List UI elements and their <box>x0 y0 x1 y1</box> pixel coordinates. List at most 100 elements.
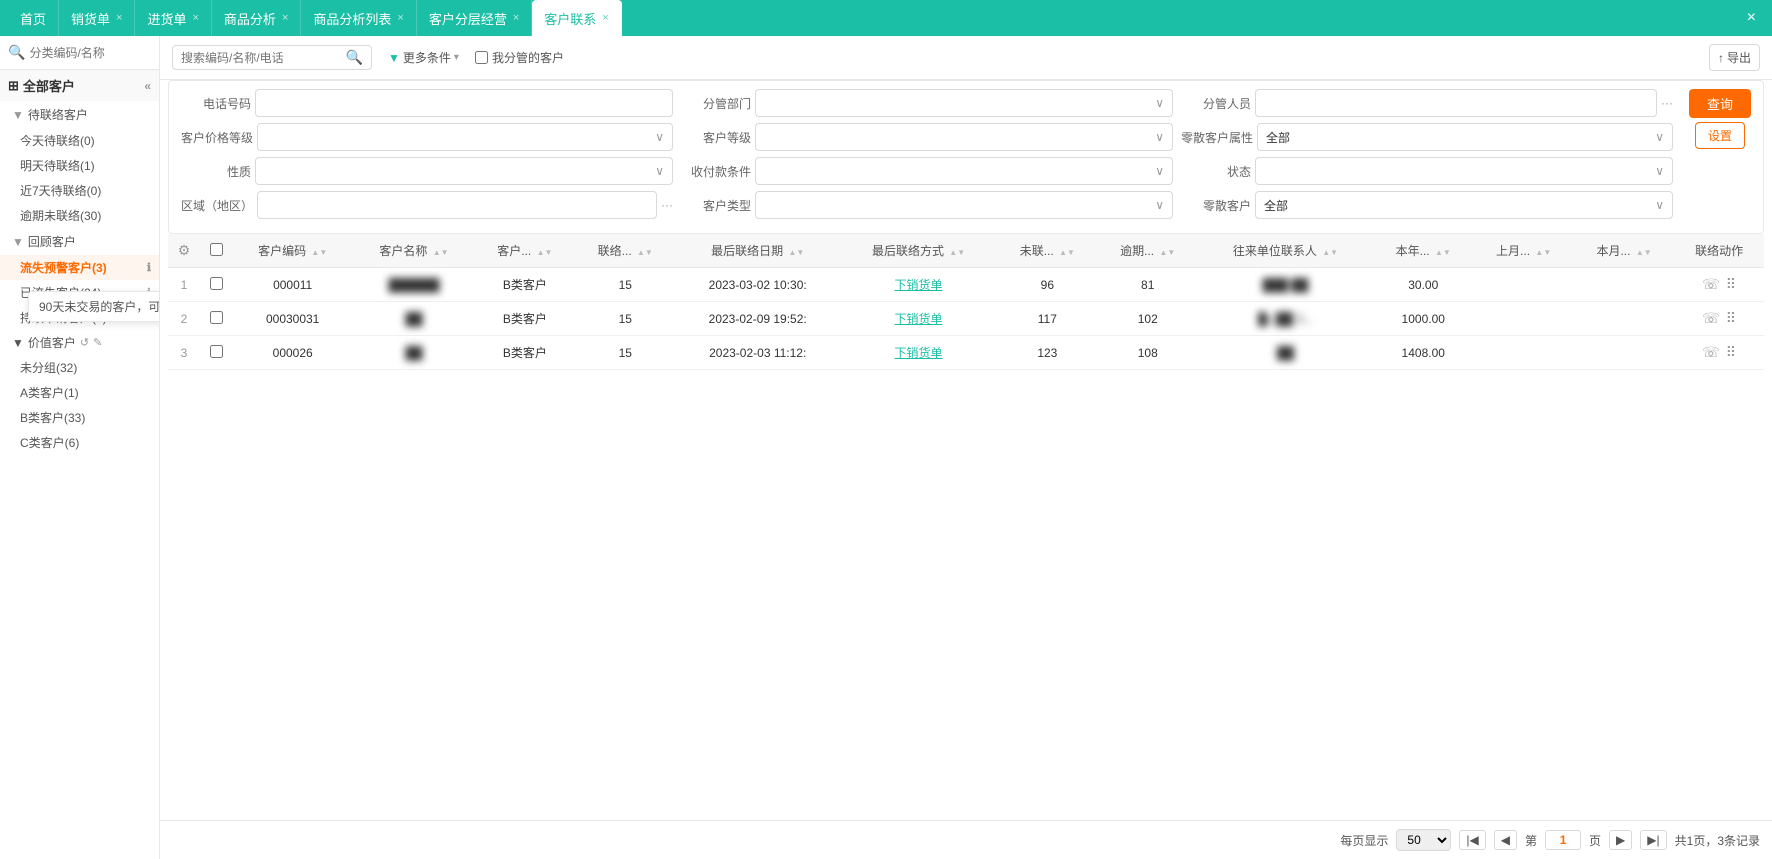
sort-icon[interactable]: ▲▼ <box>1636 248 1652 257</box>
nav-tab-customer-segment[interactable]: 客户分层经营 × <box>417 0 532 36</box>
per-page-select[interactable]: 50 100 200 <box>1396 829 1451 851</box>
value-customers-group[interactable]: ▼ 价值客户 ↺ ✎ <box>0 330 159 355</box>
my-customers-checkbox[interactable]: 我分管的客户 <box>475 49 564 66</box>
sort-icon[interactable]: ▲▼ <box>1322 248 1338 257</box>
more-action-icon[interactable]: ⠿ <box>1726 310 1736 327</box>
first-page-button[interactable]: |◀ <box>1459 830 1485 850</box>
sort-icon[interactable]: ▲▼ <box>1159 248 1175 257</box>
sort-icon[interactable]: ▲▼ <box>637 248 653 257</box>
more-action-icon[interactable]: ⠿ <box>1726 276 1736 293</box>
sidebar-item-class-c[interactable]: C类客户(6) <box>0 430 159 455</box>
row-checkbox[interactable] <box>210 277 223 290</box>
close-icon[interactable]: × <box>116 12 122 24</box>
sort-icon[interactable]: ▲▼ <box>1059 248 1075 257</box>
close-icon[interactable]: × <box>192 12 198 24</box>
search-icon[interactable]: 🔍 <box>346 49 363 66</box>
select-all-checkbox[interactable] <box>210 243 223 256</box>
col-last-month[interactable]: 上月... ▲▼ <box>1473 234 1573 268</box>
payment-select[interactable]: ∨ <box>755 157 1173 185</box>
zero-attr-select[interactable]: 全部 ∨ <box>1257 123 1673 151</box>
col-customer-type[interactable]: 客户... ▲▼ <box>475 234 575 268</box>
more-conditions-button[interactable]: ▼ 更多条件 ▾ <box>380 45 467 70</box>
last-contact-method[interactable]: 下销货单 <box>840 268 997 302</box>
collapse-button[interactable]: « <box>144 79 151 93</box>
my-customers-check[interactable] <box>475 51 488 64</box>
col-settings[interactable]: ⚙ <box>168 234 200 268</box>
row-checkbox[interactable] <box>210 311 223 324</box>
last-page-button[interactable]: ▶| <box>1640 830 1666 850</box>
info-icon[interactable]: ℹ <box>147 261 151 274</box>
customer-level-select[interactable]: ∨ <box>755 123 1173 151</box>
nav-tab-product-analysis[interactable]: 商品分析 × <box>212 0 301 36</box>
last-contact-method[interactable]: 下销货单 <box>840 302 997 336</box>
col-this-month[interactable]: 本月... ▲▼ <box>1574 234 1674 268</box>
col-contact-person[interactable]: 往来单位联系人 ▲▼ <box>1198 234 1373 268</box>
sidebar-item-ungrouped[interactable]: 未分组(32) <box>0 355 159 380</box>
edit-icon[interactable]: ✎ <box>93 336 102 349</box>
dept-select[interactable]: ∨ <box>755 89 1173 117</box>
nav-tab-home[interactable]: 首页 <box>8 0 59 36</box>
all-customers-header[interactable]: ⊞ 全部客户 « <box>0 70 159 101</box>
nav-tab-product-list[interactable]: 商品分析列表 × <box>301 0 416 36</box>
row-number: 1 <box>168 268 200 302</box>
col-last-method[interactable]: 最后联络方式 ▲▼ <box>840 234 997 268</box>
more-action-icon[interactable]: ⠿ <box>1726 344 1736 361</box>
next-page-button[interactable]: ▶ <box>1609 830 1632 850</box>
sort-icon[interactable]: ▲▼ <box>1435 248 1451 257</box>
churn-group[interactable]: ▼ 回顾客户 <box>0 228 159 255</box>
col-not-contacted[interactable]: 未联... ▲▼ <box>997 234 1097 268</box>
close-icon[interactable]: × <box>282 12 288 24</box>
close-icon[interactable]: × <box>513 12 519 24</box>
page-number-input[interactable] <box>1545 830 1581 850</box>
row-checkbox[interactable] <box>210 345 223 358</box>
sidebar-item-tomorrow-contact[interactable]: 明天待联络(1) <box>0 153 159 178</box>
sort-icon[interactable]: ▲▼ <box>537 248 553 257</box>
search-input[interactable] <box>181 51 346 65</box>
prev-page-button[interactable]: ◀ <box>1494 830 1517 850</box>
col-name[interactable]: 客户名称 ▲▼ <box>353 234 474 268</box>
region-select[interactable] <box>257 191 657 219</box>
nav-tab-customer-contact[interactable]: 客户联系 × <box>532 0 621 36</box>
sidebar-item-class-b[interactable]: B类客户(33) <box>0 405 159 430</box>
settings-icon[interactable]: ⚙ <box>178 242 191 258</box>
nav-tab-sales[interactable]: 销货单 × <box>59 0 135 36</box>
last-contact-method[interactable]: 下销货单 <box>840 336 997 370</box>
sidebar-item-overdue-contact[interactable]: 逾期未联络(30) <box>0 203 159 228</box>
query-button[interactable]: 查询 <box>1689 89 1751 118</box>
more-options-icon[interactable]: ··· <box>661 198 673 212</box>
col-this-year[interactable]: 本年... ▲▼ <box>1373 234 1473 268</box>
sort-icon[interactable]: ▲▼ <box>311 248 327 257</box>
close-icon[interactable]: × <box>602 12 608 24</box>
contact-action-icon[interactable]: ☏ <box>1702 310 1720 327</box>
price-level-select[interactable]: ∨ <box>257 123 673 151</box>
gender-select[interactable]: ∨ <box>255 157 673 185</box>
pending-contact-group[interactable]: ▼ 待联络客户 <box>0 101 159 128</box>
sidebar-item-churn-warning[interactable]: 流失预警客户(3) ℹ <box>0 255 159 280</box>
contact-action-icon[interactable]: ☏ <box>1702 344 1720 361</box>
sort-icon[interactable]: ▲▼ <box>788 248 804 257</box>
customer-type-select[interactable]: ∨ <box>755 191 1173 219</box>
window-close-button[interactable]: × <box>1739 9 1764 27</box>
refresh-icon[interactable]: ↺ <box>80 336 89 349</box>
phone-input[interactable] <box>255 89 673 117</box>
col-last-date[interactable]: 最后联络日期 ▲▼ <box>675 234 839 268</box>
sort-icon[interactable]: ▲▼ <box>949 248 965 257</box>
zero-retail-select[interactable]: 全部 ∨ <box>1255 191 1673 219</box>
manager-select[interactable] <box>1255 89 1657 117</box>
sidebar-item-week-contact[interactable]: 近7天待联络(0) <box>0 178 159 203</box>
more-options-icon[interactable]: ··· <box>1661 96 1673 110</box>
col-overdue[interactable]: 逾期... ▲▼ <box>1098 234 1198 268</box>
nav-tab-purchase[interactable]: 进货单 × <box>135 0 211 36</box>
settings-button[interactable]: 设置 <box>1695 122 1745 149</box>
export-button[interactable]: ↑ 导出 <box>1709 44 1760 71</box>
sort-icon[interactable]: ▲▼ <box>433 248 449 257</box>
sidebar-item-today-contact[interactable]: 今天待联络(0) <box>0 128 159 153</box>
col-contact-count[interactable]: 联络... ▲▼ <box>575 234 675 268</box>
status-select[interactable]: ∨ <box>1255 157 1673 185</box>
sidebar-item-class-a[interactable]: A类客户(1) <box>0 380 159 405</box>
sort-icon[interactable]: ▲▼ <box>1535 248 1551 257</box>
col-code[interactable]: 客户编码 ▲▼ <box>232 234 353 268</box>
close-icon[interactable]: × <box>397 12 403 24</box>
contact-action-icon[interactable]: ☏ <box>1702 276 1720 293</box>
sidebar-search-input[interactable] <box>29 46 160 60</box>
